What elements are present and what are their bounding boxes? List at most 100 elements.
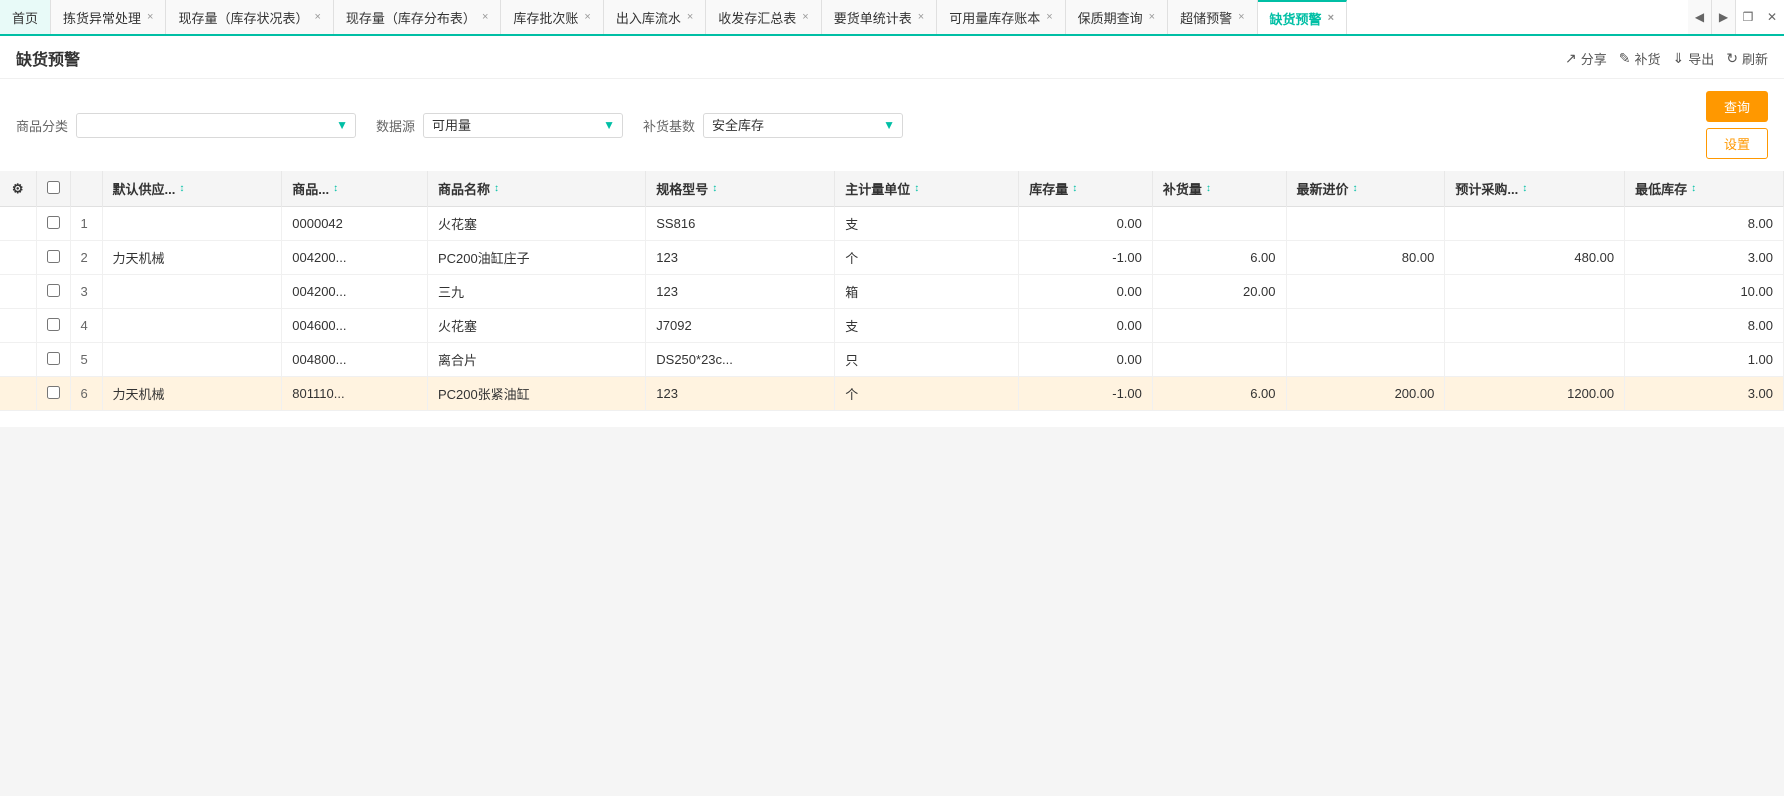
tab-close-6[interactable]: ×	[802, 11, 808, 23]
select-all-checkbox[interactable]	[47, 181, 60, 194]
tab-item-10[interactable]: 超储预警 ×	[1168, 0, 1257, 34]
tab-close-2[interactable]: ×	[314, 11, 320, 23]
supplement-button[interactable]: ✎ 补货	[1619, 49, 1661, 68]
th-spec[interactable]: 规格型号↕	[646, 171, 835, 207]
gear-icon[interactable]: ⚙	[12, 181, 24, 196]
td-code: 004200...	[282, 275, 428, 309]
td-price	[1286, 343, 1445, 377]
row-checkbox-2[interactable]	[47, 284, 60, 297]
base-filter-label: 补货基数	[643, 116, 695, 135]
th-min-stock[interactable]: 最低库存↕	[1625, 171, 1784, 207]
tab-label-1: 拣货异常处理	[63, 8, 141, 27]
export-icon: ⇓	[1673, 50, 1685, 67]
td-stock: 0.00	[1019, 275, 1153, 309]
td-checkbox	[36, 377, 70, 411]
th-supplement[interactable]: 补货量↕	[1152, 171, 1286, 207]
sort-supplement-icon: ↕	[1206, 183, 1211, 194]
td-supplier: 力天机械	[102, 241, 282, 275]
row-checkbox-1[interactable]	[47, 250, 60, 263]
tab-item-7[interactable]: 要货单统计表×	[822, 0, 937, 34]
row-checkbox-4[interactable]	[47, 352, 60, 365]
tab-item-2[interactable]: 现存量（库存状况表）×	[166, 0, 333, 34]
page-title: 缺货预警	[16, 46, 80, 70]
tab-item-8[interactable]: 可用量库存账本×	[937, 0, 1065, 34]
page-header: 缺货预警 ↗ 分享 ✎ 补货 ⇓ 导出 ↻ 刷新	[0, 36, 1784, 79]
td-checkbox	[36, 343, 70, 377]
data-table: ⚙ 默认供应...↕ 商品...↕ 商品名称↕	[0, 171, 1784, 411]
th-latest-price[interactable]: 最新进价↕	[1286, 171, 1445, 207]
share-button[interactable]: ↗ 分享	[1565, 49, 1607, 68]
td-code: 004800...	[282, 343, 428, 377]
tab-close-4[interactable]: ×	[584, 11, 590, 23]
refresh-button[interactable]: ↻ 刷新	[1726, 49, 1768, 68]
row-checkbox-3[interactable]	[47, 318, 60, 331]
td-unit: 只	[835, 343, 1019, 377]
td-name: 火花塞	[427, 207, 645, 241]
datasource-select[interactable]: 可用量	[423, 113, 623, 138]
row-checkbox-5[interactable]	[47, 386, 60, 399]
base-filter-group: 补货基数 安全库存 ▼	[643, 113, 903, 138]
tab-next-btn[interactable]: ▶	[1712, 0, 1736, 35]
tab-label-10: 超储预警	[1180, 8, 1232, 27]
tab-item-11[interactable]: 缺货预警×	[1258, 0, 1347, 34]
query-button[interactable]: 查询	[1706, 91, 1768, 122]
th-product-name[interactable]: 商品名称↕	[427, 171, 645, 207]
td-minstock: 10.00	[1625, 275, 1784, 309]
td-estimated	[1445, 207, 1625, 241]
th-settings: ⚙	[0, 171, 36, 207]
tab-close-9[interactable]: ×	[1149, 11, 1155, 23]
export-label: 导出	[1688, 49, 1714, 68]
tab-close-5[interactable]: ×	[687, 11, 693, 23]
tab-item-6[interactable]: 收发存汇总表 ×	[706, 0, 821, 34]
tab-close-10[interactable]: ×	[1238, 11, 1244, 23]
td-minstock: 1.00	[1625, 343, 1784, 377]
td-code: 004600...	[282, 309, 428, 343]
td-estimated	[1445, 309, 1625, 343]
tab-close-3[interactable]: ×	[482, 11, 488, 23]
tab-item-4[interactable]: 库存批次账×	[501, 0, 603, 34]
td-supplement	[1152, 207, 1286, 241]
tab-item-3[interactable]: 现存量（库存分布表）×	[334, 0, 501, 34]
tab-close-7[interactable]: ×	[918, 11, 924, 23]
th-stock[interactable]: 库存量↕	[1019, 171, 1153, 207]
tab-item-0[interactable]: 首页	[0, 0, 51, 34]
tab-label-0: 首页	[12, 8, 38, 27]
tab-item-9[interactable]: 保质期查询×	[1066, 0, 1168, 34]
td-unit: 个	[835, 241, 1019, 275]
sort-price-icon: ↕	[1353, 183, 1358, 194]
table-container: ⚙ 默认供应...↕ 商品...↕ 商品名称↕	[0, 171, 1784, 427]
datasource-select-wrapper: 可用量 ▼	[423, 113, 623, 138]
base-select-wrapper: 安全库存 ▼	[703, 113, 903, 138]
tab-close-1[interactable]: ×	[147, 11, 153, 23]
td-spec: 123	[646, 275, 835, 309]
filter-area: 商品分类 ▼ 数据源 可用量 ▼	[0, 79, 1784, 171]
tab-restore-btn[interactable]: ❒	[1736, 0, 1760, 35]
settings-button[interactable]: 设置	[1706, 128, 1768, 159]
row-checkbox-0[interactable]	[47, 216, 60, 229]
tab-prev-btn[interactable]: ◀	[1688, 0, 1712, 35]
td-name: PC200油缸庄子	[427, 241, 645, 275]
base-select[interactable]: 安全库存	[703, 113, 903, 138]
th-product-code[interactable]: 商品...↕	[282, 171, 428, 207]
td-index: 4	[70, 309, 102, 343]
category-select[interactable]	[76, 113, 356, 138]
tab-item-5[interactable]: 出入库流水×	[604, 0, 706, 34]
share-label: 分享	[1581, 49, 1607, 68]
td-index: 1	[70, 207, 102, 241]
th-unit[interactable]: 主计量单位↕	[835, 171, 1019, 207]
sort-estimated-icon: ↕	[1522, 183, 1527, 194]
tab-close-8[interactable]: ×	[1046, 11, 1052, 23]
tab-close-btn[interactable]: ✕	[1760, 0, 1784, 35]
tab-close-11[interactable]: ×	[1328, 12, 1334, 24]
refresh-icon: ↻	[1726, 50, 1738, 67]
export-button[interactable]: ⇓ 导出	[1673, 49, 1715, 68]
tab-label-6: 收发存汇总表	[718, 8, 796, 27]
supplement-label: 补货	[1634, 49, 1660, 68]
th-default-supplier[interactable]: 默认供应...↕	[102, 171, 282, 207]
th-estimated-purchase[interactable]: 预计采购...↕	[1445, 171, 1625, 207]
td-empty	[0, 207, 36, 241]
tab-item-1[interactable]: 拣货异常处理 ×	[51, 0, 166, 34]
td-stock: 0.00	[1019, 343, 1153, 377]
table-row: 6力天机械801110...PC200张紧油缸123个-1.006.00200.…	[0, 377, 1784, 411]
table-row: 10000042火花塞SS816支0.008.00	[0, 207, 1784, 241]
